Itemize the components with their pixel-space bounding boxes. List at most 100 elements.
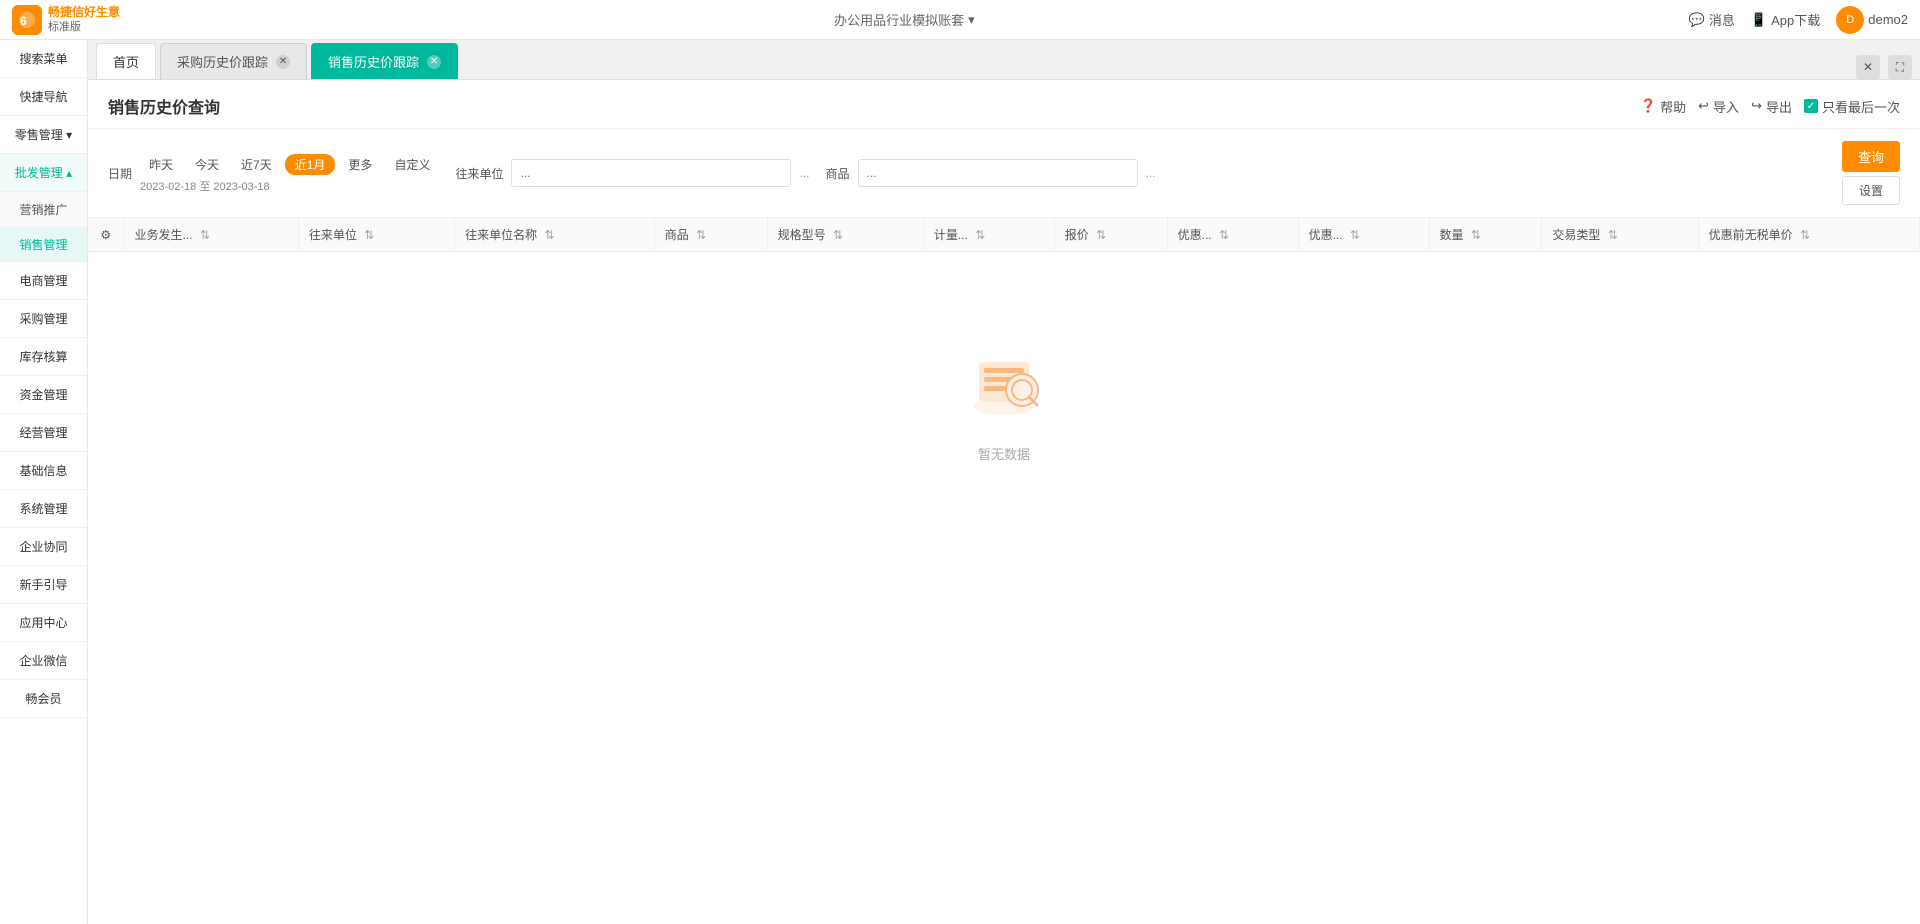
tab-bar: 首页 采购历史价跟踪 ✕ 销售历史价跟踪 ✕ ✕ ⛶ [88, 40, 1920, 80]
th-partner-id[interactable]: 往来单位 ⇅ [298, 218, 454, 252]
sort-icon: ⇅ [975, 228, 985, 242]
sidebar: 搜索菜单 快捷导航 零售管理 ▾ 批发管理 ▴ 营销推广 销售管理 电商管理 采… [0, 40, 88, 924]
settings-button[interactable]: 设置 [1842, 176, 1900, 205]
th-gear[interactable]: ⚙ [88, 218, 124, 252]
th-discount2[interactable]: 优惠... ⇅ [1298, 218, 1429, 252]
sort-icon: ⇅ [544, 228, 554, 242]
partner-input[interactable] [511, 159, 791, 187]
sidebar-item-retail-mgmt[interactable]: 零售管理 ▾ [0, 116, 87, 154]
date-btn-today[interactable]: 今天 [186, 153, 228, 176]
sidebar-item-enterprise-wechat[interactable]: 企业微信 [0, 642, 87, 680]
date-btn-more[interactable]: 更多 [339, 153, 381, 176]
sort-icon: ⇅ [364, 228, 374, 242]
empty-state: 暂无数据 [88, 252, 1920, 543]
workspace-dropdown[interactable]: 办公用品行业模拟账套 ▾ [834, 10, 975, 29]
maximize-button[interactable]: ⛶ [1888, 55, 1912, 79]
svg-text:6: 6 [20, 14, 27, 28]
date-btn-7days[interactable]: 近7天 [232, 153, 281, 176]
logo-area: 6 畅捷信好生意 标准版 [12, 5, 120, 35]
sort-icon: ⇅ [1219, 228, 1229, 242]
filter-bar: 日期 昨天 今天 近7天 近1月 更多 自定义 2023-02-18 至 202… [88, 129, 1920, 218]
th-goods[interactable]: 商品 ⇅ [654, 218, 767, 252]
date-btn-yesterday[interactable]: 昨天 [140, 153, 182, 176]
partner-label: 往来单位 [455, 165, 503, 182]
tab-close-purchase[interactable]: ✕ [276, 55, 290, 69]
chevron-up-icon: ▴ [66, 166, 72, 180]
main-layout: 搜索菜单 快捷导航 零售管理 ▾ 批发管理 ▴ 营销推广 销售管理 电商管理 采… [0, 40, 1920, 924]
date-filter-options: 昨天 今天 近7天 近1月 更多 自定义 [140, 153, 439, 176]
sidebar-item-quick-nav[interactable]: 快捷导航 [0, 78, 87, 116]
partner-more-icon[interactable]: ... [799, 166, 809, 180]
topbar-right: 💬 消息 📱 App下载 D demo2 [1689, 6, 1908, 34]
tab-home[interactable]: 首页 [96, 43, 156, 79]
date-btn-custom[interactable]: 自定义 [385, 153, 439, 176]
user-menu[interactable]: D demo2 [1836, 6, 1908, 34]
sidebar-item-enterprise-collab[interactable]: 企业协同 [0, 528, 87, 566]
th-biz-date[interactable]: 业务发生... ⇅ [124, 218, 298, 252]
th-spec[interactable]: 规格型号 ⇅ [767, 218, 923, 252]
th-partner-name[interactable]: 往来单位名称 ⇅ [455, 218, 655, 252]
goods-more-icon[interactable]: ... [1146, 166, 1156, 180]
sidebar-item-inventory[interactable]: 库存核算 [0, 338, 87, 376]
data-table: ⚙ 业务发生... ⇅ 往来单位 ⇅ 往来单位名称 ⇅ [88, 218, 1920, 252]
logo-text: 畅捷信好生意 标准版 [48, 5, 120, 35]
goods-label: 商品 [825, 165, 849, 182]
sidebar-sub-item-marketing[interactable]: 营销推广 [0, 192, 87, 227]
sidebar-item-app-center[interactable]: 应用中心 [0, 604, 87, 642]
sidebar-item-search-menu[interactable]: 搜索菜单 [0, 40, 87, 78]
empty-text: 暂无数据 [978, 444, 1030, 463]
query-button[interactable]: 查询 [1842, 141, 1900, 172]
sidebar-item-system-mgmt[interactable]: 系统管理 [0, 490, 87, 528]
date-btn-1month[interactable]: 近1月 [285, 154, 336, 175]
goods-input[interactable] [858, 159, 1138, 187]
table-container: ⚙ 业务发生... ⇅ 往来单位 ⇅ 往来单位名称 ⇅ [88, 218, 1920, 543]
table-header-row: ⚙ 业务发生... ⇅ 往来单位 ⇅ 往来单位名称 ⇅ [88, 218, 1920, 252]
th-pretax-price[interactable]: 优惠前无税单价 ⇅ [1698, 218, 1919, 252]
app-download-button[interactable]: 📱 App下载 [1751, 10, 1820, 29]
logo-icon: 6 [12, 5, 42, 35]
sort-icon: ⇅ [200, 228, 210, 242]
th-unit[interactable]: 计量... ⇅ [923, 218, 1054, 252]
help-button[interactable]: ❓ 帮助 [1640, 97, 1686, 116]
sidebar-item-newbie-guide[interactable]: 新手引导 [0, 566, 87, 604]
close-tab-button[interactable]: ✕ [1856, 55, 1880, 79]
sidebar-item-basic-info[interactable]: 基础信息 [0, 452, 87, 490]
sort-icon: ⇅ [1800, 228, 1810, 242]
th-discount1[interactable]: 优惠... ⇅ [1167, 218, 1298, 252]
sidebar-sub-item-sales-mgmt[interactable]: 销售管理 [0, 227, 87, 262]
only-last-toggle[interactable]: 只看最后一次 [1804, 97, 1900, 116]
message-button[interactable]: 💬 消息 [1689, 10, 1735, 29]
tab-purchase-history[interactable]: 采购历史价跟踪 ✕ [160, 43, 307, 79]
import-button[interactable]: ↩ 导入 [1698, 97, 1739, 116]
sort-icon: ⇅ [1608, 228, 1618, 242]
sort-icon: ⇅ [696, 228, 706, 242]
sort-icon: ⇅ [833, 228, 843, 242]
sort-icon: ⇅ [1096, 228, 1106, 242]
content-area: 首页 采购历史价跟踪 ✕ 销售历史价跟踪 ✕ ✕ ⛶ 销售历史价查询 [88, 40, 1920, 924]
message-icon: 💬 [1689, 12, 1705, 28]
page-header: 销售历史价查询 ❓ 帮助 ↩ 导入 ↪ 导出 [88, 80, 1920, 129]
sort-icon: ⇅ [1471, 228, 1481, 242]
page-title: 销售历史价查询 [108, 94, 220, 118]
topbar: 6 畅捷信好生意 标准版 办公用品行业模拟账套 ▾ 💬 消息 📱 App下载 D… [0, 0, 1920, 40]
page-content: 销售历史价查询 ❓ 帮助 ↩ 导入 ↪ 导出 [88, 80, 1920, 924]
empty-icon [954, 332, 1054, 432]
chevron-down-icon: ▾ [66, 128, 72, 142]
th-trade-type[interactable]: 交易类型 ⇅ [1542, 218, 1698, 252]
th-quantity[interactable]: 数量 ⇅ [1429, 218, 1542, 252]
tab-close-sales[interactable]: ✕ [427, 55, 441, 69]
import-icon: ↩ [1698, 98, 1709, 114]
th-quoted-price[interactable]: 报价 ⇅ [1054, 218, 1167, 252]
sidebar-item-vip-member[interactable]: 畅会员 [0, 680, 87, 718]
tab-sales-history[interactable]: 销售历史价跟踪 ✕ [311, 43, 458, 79]
sidebar-item-ecommerce-mgmt[interactable]: 电商管理 [0, 262, 87, 300]
sidebar-item-wholesale-mgmt[interactable]: 批发管理 ▴ [0, 154, 87, 192]
sidebar-item-ops-mgmt[interactable]: 经营管理 [0, 414, 87, 452]
date-range-text: 2023-02-18 至 2023-03-18 [140, 178, 439, 194]
export-button[interactable]: ↪ 导出 [1751, 97, 1792, 116]
goods-filter-group: 商品 ... [825, 159, 1155, 187]
sidebar-item-finance-mgmt[interactable]: 资金管理 [0, 376, 87, 414]
sidebar-item-purchase-mgmt[interactable]: 采购管理 [0, 300, 87, 338]
only-last-checkbox[interactable] [1804, 99, 1818, 113]
partner-filter-group: 往来单位 ... [455, 159, 809, 187]
